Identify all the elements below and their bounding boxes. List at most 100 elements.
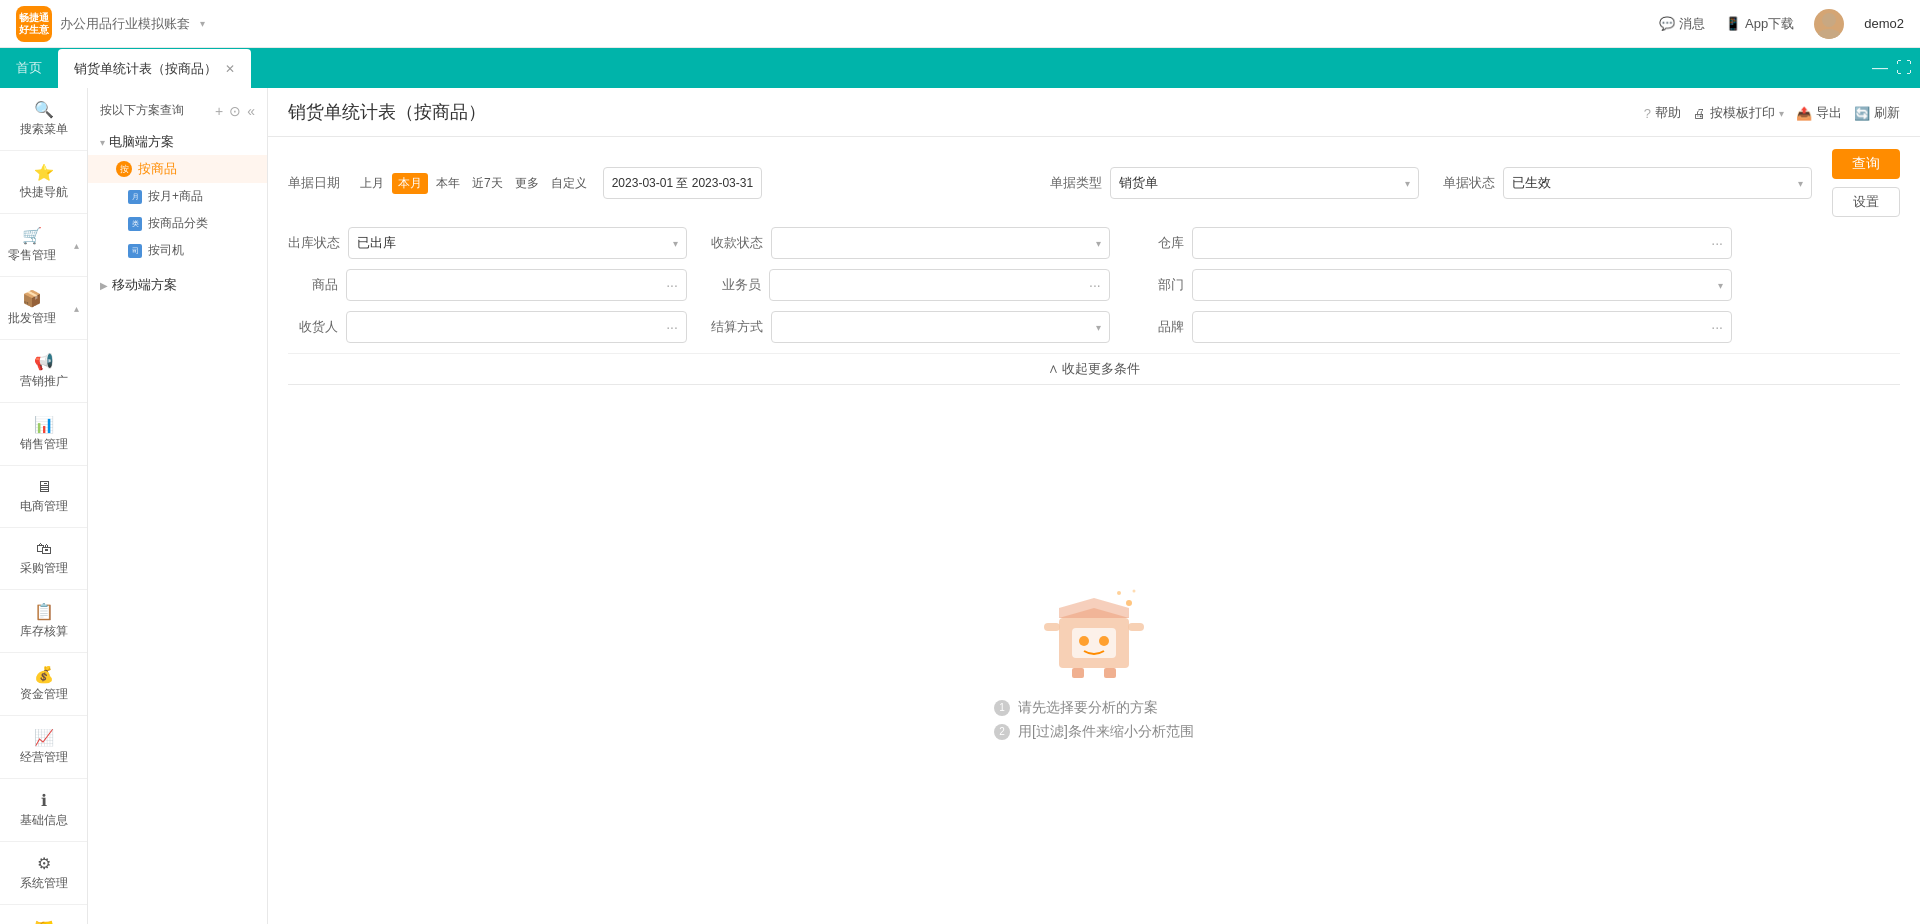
scheme-group-pc: ▾ 电脑端方案 按 按商品 月 按月+商品 类 按商品分类 司 按司机 xyxy=(88,125,267,268)
collapse-btn[interactable]: ∧ 收起更多条件 xyxy=(1048,360,1141,378)
sidebar-item-marketing[interactable]: 📢 营销推广 xyxy=(0,340,87,403)
sidebar-item-sysadmin[interactable]: ⚙ 系统管理 xyxy=(0,842,87,905)
status-control[interactable]: 已生效 ▾ xyxy=(1503,167,1812,199)
message-icon: 💬 xyxy=(1659,16,1675,31)
print-label: 按模板打印 xyxy=(1710,104,1775,122)
collab-icon: 🤝 xyxy=(4,917,83,924)
wholesale-icon: 📦 xyxy=(8,289,56,308)
app-title-dropdown[interactable]: ▾ xyxy=(200,18,205,29)
sidebar-item-quicknav[interactable]: ⭐ 快捷导航 xyxy=(0,151,87,214)
scheme-sub-item-month-product[interactable]: 月 按月+商品 xyxy=(88,183,267,210)
retail-arrow-icon: ▴ xyxy=(74,240,79,251)
page-title: 销货单统计表（按商品） xyxy=(288,100,486,136)
scheme-item-by-product[interactable]: 按 按商品 xyxy=(88,155,267,183)
date-tab-7days[interactable]: 近7天 xyxy=(468,173,507,194)
search-icon: 🔍 xyxy=(4,100,83,119)
settlement-dropdown-icon: ▾ xyxy=(1096,322,1101,333)
app-download-btn[interactable]: 📱 App下载 xyxy=(1725,15,1794,33)
pc-group-label: 电脑端方案 xyxy=(109,133,174,151)
scheme-collapse-btn[interactable]: « xyxy=(247,103,255,119)
filter-area: 单据日期 上月 本月 本年 近7天 更多 自定义 2023-03-01 至 20… xyxy=(268,137,1920,385)
empty-state: 1 请先选择要分析的方案 2 用[过滤]条件来缩小分析范围 xyxy=(268,385,1920,924)
date-tab-last-month[interactable]: 上月 xyxy=(356,173,388,194)
brand-control[interactable]: ··· xyxy=(1192,311,1732,343)
svg-rect-8 xyxy=(1044,623,1060,631)
sidebar-item-finance[interactable]: 💰 资金管理 xyxy=(0,653,87,716)
sidebar-item-basicinfo[interactable]: ℹ 基础信息 xyxy=(0,779,87,842)
scheme-group-pc-title[interactable]: ▾ 电脑端方案 xyxy=(88,129,267,155)
tip-text-2: 用[过滤]条件来缩小分析范围 xyxy=(1018,723,1194,741)
scheme-settings-btn[interactable]: ⊙ xyxy=(229,103,241,119)
sidebar-item-wholesale[interactable]: 📦 批发管理 ▴ xyxy=(0,277,87,340)
filter-cell-settlement: 结算方式 ▾ xyxy=(711,311,1110,343)
sidebar-item-search[interactable]: 🔍 搜索菜单 xyxy=(0,88,87,151)
sysadmin-icon: ⚙ xyxy=(4,854,83,873)
sidebar-item-operations[interactable]: 📈 经营管理 xyxy=(0,716,87,779)
sidebar-quicknav-label: 快捷导航 xyxy=(4,184,83,201)
outbound-control[interactable]: 已出库 ▾ xyxy=(348,227,687,259)
receiver-control[interactable]: ··· xyxy=(346,311,687,343)
product-cat-label: 按商品分类 xyxy=(148,215,208,232)
sidebar-item-ecommerce[interactable]: 🖥 电商管理 xyxy=(0,466,87,528)
settlement-control[interactable]: ▾ xyxy=(771,311,1110,343)
svg-point-4 xyxy=(1079,636,1089,646)
date-tab-more[interactable]: 更多 xyxy=(511,173,543,194)
product-control[interactable]: ··· xyxy=(346,269,687,301)
date-tab-this-year[interactable]: 本年 xyxy=(432,173,464,194)
salesperson-control[interactable]: ··· xyxy=(769,269,1110,301)
date-tab-this-month[interactable]: 本月 xyxy=(392,173,428,194)
tab-sales-stats[interactable]: 销货单统计表（按商品） ✕ xyxy=(58,49,251,89)
tab-expand-icon[interactable]: ⛶ xyxy=(1896,59,1912,77)
sidebar-item-retail[interactable]: 🛒 零售管理 ▴ xyxy=(0,214,87,277)
scheme-sub-item-driver[interactable]: 司 按司机 xyxy=(88,237,267,264)
avatar[interactable] xyxy=(1814,9,1844,39)
empty-tip-1: 1 请先选择要分析的方案 xyxy=(994,699,1194,717)
mobile-group-label: 移动端方案 xyxy=(112,276,177,294)
sidebar-item-purchase[interactable]: 🛍 采购管理 xyxy=(0,528,87,590)
filter-cell-receiver: 收货人 ··· xyxy=(288,311,687,343)
dept-control[interactable]: ▾ xyxy=(1192,269,1732,301)
type-control[interactable]: 销货单 ▾ xyxy=(1110,167,1419,199)
filter-cell-brand: 品牌 ··· xyxy=(1134,311,1732,343)
empty-tips: 1 请先选择要分析的方案 2 用[过滤]条件来缩小分析范围 xyxy=(994,699,1194,747)
print-btn[interactable]: 🖨 按模板打印 ▾ xyxy=(1693,104,1784,122)
scheme-group-mobile-title[interactable]: ▶ 移动端方案 xyxy=(88,272,267,298)
status-label: 单据状态 xyxy=(1443,174,1495,192)
payment-control[interactable]: ▾ xyxy=(771,227,1110,259)
marketing-icon: 📢 xyxy=(4,352,83,371)
setting-button[interactable]: 设置 xyxy=(1832,187,1900,217)
by-product-icon: 按 xyxy=(116,161,132,177)
help-btn[interactable]: ? 帮助 xyxy=(1644,104,1681,122)
tab-bar: 首页 销货单统计表（按商品） ✕ — ⛶ xyxy=(0,48,1920,88)
date-range[interactable]: 2023-03-01 至 2023-03-31 xyxy=(603,167,762,199)
date-tab-custom[interactable]: 自定义 xyxy=(547,173,591,194)
filter-cell-type: 单据类型 销货单 ▾ xyxy=(1050,167,1419,199)
user-name: demo2 xyxy=(1864,16,1904,31)
refresh-btn[interactable]: 🔄 刷新 xyxy=(1854,104,1900,122)
filter-cell-outbound: 出库状态 已出库 ▾ xyxy=(288,227,687,259)
message-btn[interactable]: 💬 消息 xyxy=(1659,15,1705,33)
date-label: 单据日期 xyxy=(288,174,340,192)
print-dropdown-icon: ▾ xyxy=(1779,108,1784,119)
tab-minimize-icon[interactable]: — xyxy=(1872,59,1888,77)
scheme-sub-item-product-cat[interactable]: 类 按商品分类 xyxy=(88,210,267,237)
page-actions: ? 帮助 🖨 按模板打印 ▾ 📤 导出 🔄 刷新 xyxy=(1644,100,1900,122)
scheme-add-btn[interactable]: + xyxy=(215,103,223,119)
sidebar-item-sales[interactable]: 📊 销售管理 xyxy=(0,403,87,466)
tip-text-1: 请先选择要分析的方案 xyxy=(1018,699,1158,717)
warehouse-control[interactable]: ··· xyxy=(1192,227,1732,259)
sidebar-item-inventory[interactable]: 📋 库存核算 xyxy=(0,590,87,653)
driver-icon: 司 xyxy=(128,244,142,258)
query-button[interactable]: 查询 xyxy=(1832,149,1900,179)
sidebar-item-collab[interactable]: 🤝 企业协同 xyxy=(0,905,87,924)
svg-point-5 xyxy=(1099,636,1109,646)
refresh-icon: 🔄 xyxy=(1854,106,1870,121)
tip-num-1: 1 xyxy=(994,700,1010,716)
tab-close-icon[interactable]: ✕ xyxy=(225,62,235,76)
tab-home[interactable]: 首页 xyxy=(0,48,58,88)
export-btn[interactable]: 📤 导出 xyxy=(1796,104,1842,122)
brand-dots-icon: ··· xyxy=(1711,319,1723,335)
month-product-icon: 月 xyxy=(128,190,142,204)
query-btn-group: 查询 设置 xyxy=(1832,149,1900,217)
outbound-dropdown-icon: ▾ xyxy=(673,238,678,249)
